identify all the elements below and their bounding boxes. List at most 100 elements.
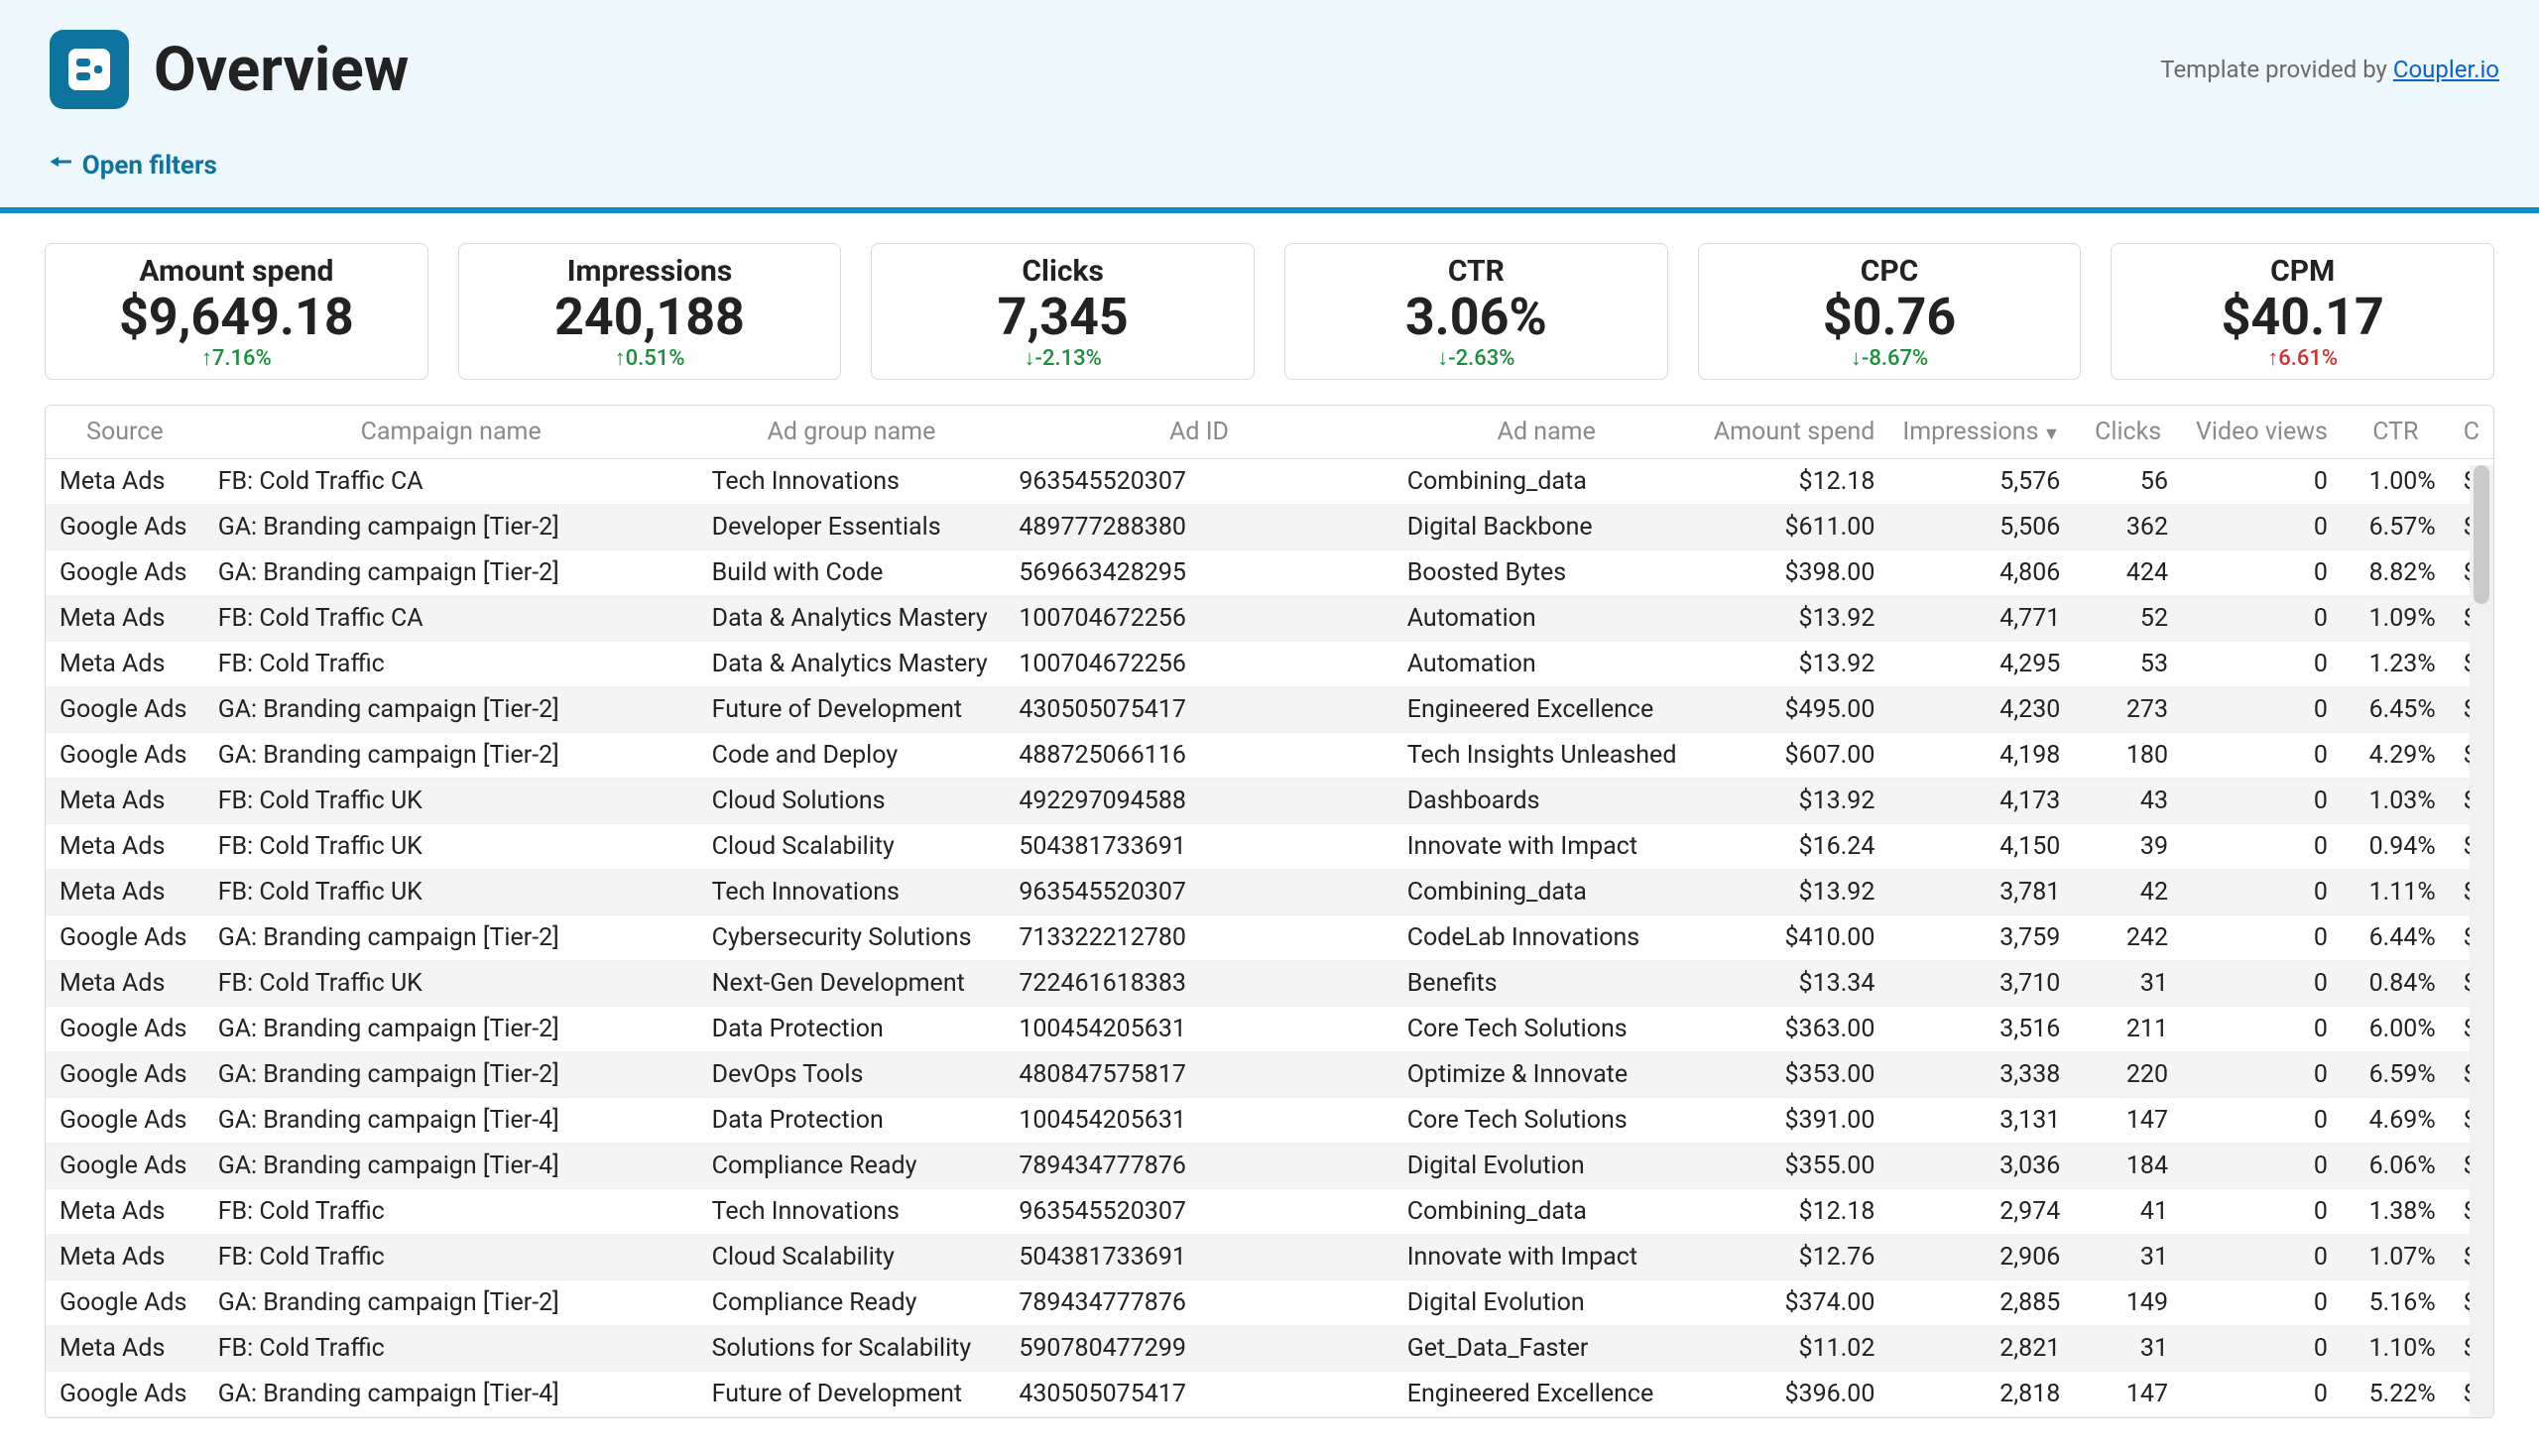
cell-adname: Core Tech Solutions [1393,1098,1700,1144]
kpi-card[interactable]: CPM$40.17↑6.61% [2111,243,2494,380]
cell-spend: $12.18 [1700,1189,1889,1235]
cell-impr: 4,806 [1888,550,2074,596]
cell-adname: Digital Backbone [1393,505,1700,550]
cell-adgroup: Cloud Scalability [698,1235,1006,1280]
coupler-link[interactable]: Coupler.io [2393,56,2499,83]
table-row[interactable]: Google AdsGA: Branding campaign [Tier-2]… [46,687,2493,733]
cell-ctr: 8.82% [2342,550,2450,596]
open-filters-button[interactable]: 🠔 Open filters [50,144,2499,187]
cell-impr: 3,759 [1888,915,2074,961]
cell-campaign: FB: Cold Traffic [204,1326,698,1372]
cell-spend: $13.92 [1700,642,1889,687]
cell-adgroup: Cloud Solutions [698,779,1006,824]
cell-spend: $353.00 [1700,1052,1889,1098]
cell-campaign: FB: Cold Traffic CA [204,459,698,505]
th-spend[interactable]: Amount spend [1700,406,1889,459]
cell-impr: 5,506 [1888,505,2074,550]
kpi-card[interactable]: CTR3.06%↓-2.63% [1284,243,1668,380]
table-row[interactable]: Google AdsGA: Branding campaign [Tier-2]… [46,1007,2493,1052]
table-row[interactable]: Meta AdsFB: Cold TrafficTech Innovations… [46,1189,2493,1235]
table-row[interactable]: Meta AdsFB: Cold TrafficCloud Scalabilit… [46,1235,2493,1280]
cell-video: 0 [2182,1144,2342,1189]
cell-clicks: 31 [2074,961,2182,1007]
cell-clicks: 147 [2074,1372,2182,1417]
cell-clicks: 184 [2074,1144,2182,1189]
table-row[interactable]: Google AdsGA: Branding campaign [Tier-2]… [46,1052,2493,1098]
kpi-card[interactable]: CPC$0.76↓-8.67% [1698,243,2082,380]
cell-spend: $398.00 [1700,550,1889,596]
kpi-card[interactable]: Impressions240,188↑0.51% [458,243,842,380]
cell-clicks: 273 [2074,687,2182,733]
cell-adid: 789434777876 [1005,1280,1392,1326]
cell-adid: 489777288380 [1005,505,1392,550]
table-row[interactable]: Meta AdsFB: Cold TrafficData & Analytics… [46,642,2493,687]
cell-adgroup: Tech Innovations [698,1189,1006,1235]
th-clicks[interactable]: Clicks [2074,406,2182,459]
cell-clicks: 242 [2074,915,2182,961]
th-cut[interactable]: C [2450,406,2493,459]
kpi-value: 3.06% [1295,289,1657,345]
cell-campaign: FB: Cold Traffic [204,1189,698,1235]
cell-adid: 963545520307 [1005,459,1392,505]
cell-source: Google Ads [46,687,204,733]
kpi-label: Impressions [469,254,831,289]
kpi-value: $0.76 [1709,289,2071,345]
th-adgroup[interactable]: Ad group name [698,406,1006,459]
cell-adname: Innovate with Impact [1393,824,1700,870]
cell-source: Meta Ads [46,961,204,1007]
table-row[interactable]: Meta AdsFB: Cold Traffic CAData & Analyt… [46,596,2493,642]
cell-adname: Engineered Excellence [1393,1372,1700,1417]
kpi-delta: ↓-8.67% [1709,345,2071,371]
cell-campaign: GA: Branding campaign [Tier-2] [204,687,698,733]
cell-adid: 713322212780 [1005,915,1392,961]
cell-source: Meta Ads [46,1326,204,1372]
table-row[interactable]: Google AdsGA: Branding campaign [Tier-2]… [46,550,2493,596]
kpi-card[interactable]: Amount spend$9,649.18↑7.16% [45,243,428,380]
cell-adname: Engineered Excellence [1393,687,1700,733]
cell-spend: $12.18 [1700,459,1889,505]
table-row[interactable]: Meta AdsFB: Cold Traffic UKCloud Scalabi… [46,824,2493,870]
table-row[interactable]: Meta AdsFB: Cold Traffic UKTech Innovati… [46,870,2493,915]
cell-impr: 4,295 [1888,642,2074,687]
table-row[interactable]: Google AdsGA: Branding campaign [Tier-4]… [46,1098,2493,1144]
table-row[interactable]: Meta AdsFB: Cold Traffic UKCloud Solutio… [46,779,2493,824]
table-row[interactable]: Meta AdsFB: Cold Traffic CATech Innovati… [46,459,2493,505]
th-adname[interactable]: Ad name [1393,406,1700,459]
cell-campaign: GA: Branding campaign [Tier-2] [204,915,698,961]
th-campaign[interactable]: Campaign name [204,406,698,459]
cell-ctr: 1.38% [2342,1189,2450,1235]
vertical-scrollbar[interactable] [2470,465,2493,1417]
th-ctr[interactable]: CTR [2342,406,2450,459]
cell-source: Google Ads [46,1098,204,1144]
cell-adid: 963545520307 [1005,1189,1392,1235]
scroll-thumb[interactable] [2474,465,2489,604]
table-row[interactable]: Google AdsGA: Branding campaign [Tier-2]… [46,505,2493,550]
kpi-label: CPC [1709,254,2071,289]
th-adid[interactable]: Ad ID [1005,406,1392,459]
logo-icon [50,30,129,109]
th-source[interactable]: Source [46,406,204,459]
th-video[interactable]: Video views [2182,406,2342,459]
cell-spend: $13.92 [1700,779,1889,824]
cell-video: 0 [2182,870,2342,915]
table-row[interactable]: Meta AdsFB: Cold TrafficSolutions for Sc… [46,1326,2493,1372]
cell-source: Google Ads [46,550,204,596]
cell-adname: Digital Evolution [1393,1280,1700,1326]
table-row[interactable]: Google AdsGA: Branding campaign [Tier-2]… [46,733,2493,779]
table-row[interactable]: Google AdsGA: Branding campaign [Tier-4]… [46,1144,2493,1189]
cell-adname: Boosted Bytes [1393,550,1700,596]
cell-spend: $355.00 [1700,1144,1889,1189]
th-impressions[interactable]: Impressions▼ [1888,406,2074,459]
cell-adid: 430505075417 [1005,687,1392,733]
cell-spend: $611.00 [1700,505,1889,550]
cell-adid: 722461618383 [1005,961,1392,1007]
cell-source: Meta Ads [46,1189,204,1235]
cell-adgroup: Tech Innovations [698,459,1006,505]
table-row[interactable]: Google AdsGA: Branding campaign [Tier-2]… [46,915,2493,961]
cell-ctr: 5.16% [2342,1280,2450,1326]
kpi-card[interactable]: Clicks7,345↓-2.13% [871,243,1255,380]
table-row[interactable]: Google AdsGA: Branding campaign [Tier-2]… [46,1280,2493,1326]
table-row[interactable]: Meta AdsFB: Cold Traffic UKNext-Gen Deve… [46,961,2493,1007]
cell-source: Google Ads [46,505,204,550]
table-row[interactable]: Google AdsGA: Branding campaign [Tier-4]… [46,1372,2493,1417]
